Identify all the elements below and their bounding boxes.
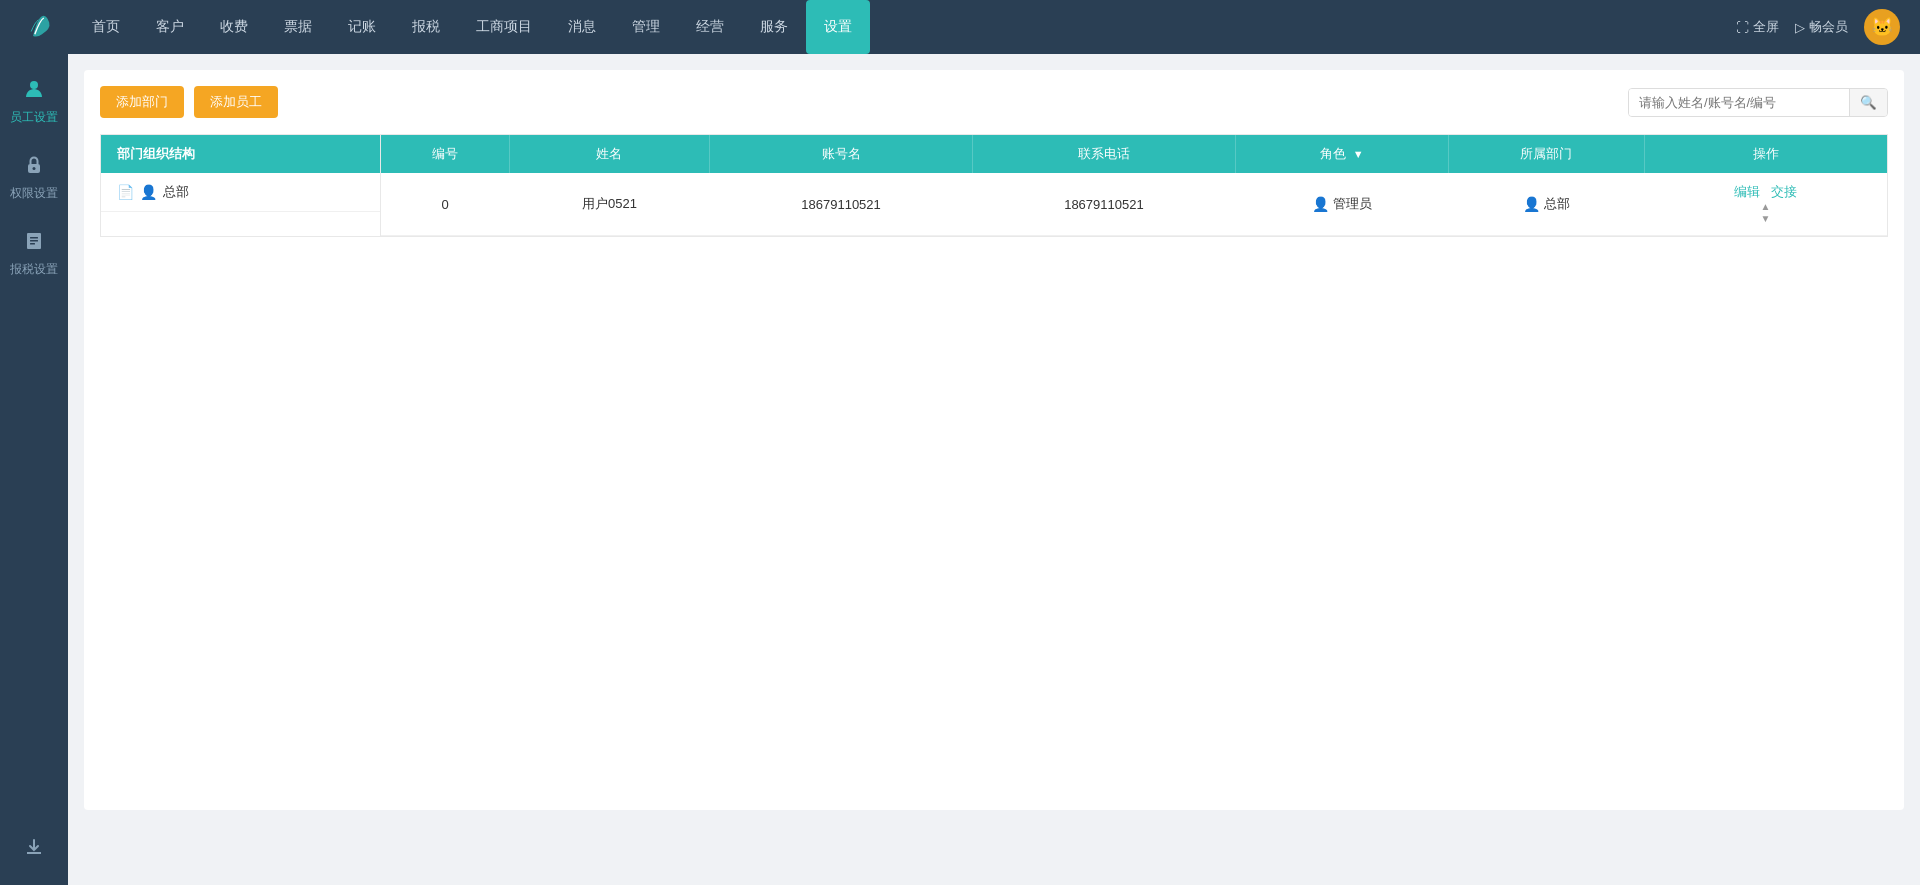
table: 编号 姓名 账号名 联系电话 角色 ▼ 所属部门 操作 (381, 135, 1887, 236)
sidebar-item-download[interactable] (19, 822, 49, 875)
table-row: 0 用户0521 18679110521 18679110521 👤 管理员 (381, 173, 1887, 236)
handover-link[interactable]: 交接 (1771, 184, 1797, 199)
col-account: 账号名 (710, 135, 973, 173)
col-department: 所属部门 (1449, 135, 1645, 173)
fullscreen-btn[interactable]: ⛶ 全屏 (1736, 18, 1779, 36)
svg-rect-4 (30, 237, 38, 239)
top-navigation: 首页 客户 收费 票据 记账 报税 工商项目 消息 管理 经营 服务 设置 ⛶ … (0, 0, 1920, 54)
sidebar-item-taxsettings[interactable]: 报税设置 (0, 216, 68, 292)
sidebar: 员工设置 权限设置 报税设置 (0, 54, 68, 885)
col-name: 姓名 (509, 135, 709, 173)
employee-table: 编号 姓名 账号名 联系电话 角色 ▼ 所属部门 操作 (381, 135, 1887, 236)
logo[interactable] (10, 0, 74, 54)
nav-tax[interactable]: 报税 (394, 0, 458, 54)
svg-point-0 (30, 81, 38, 89)
col-phone: 联系电话 (972, 135, 1235, 173)
nav-service[interactable]: 服务 (742, 0, 806, 54)
dept-tree: 部门组织结构 📄 👤 总部 (101, 135, 381, 236)
col-id: 编号 (381, 135, 509, 173)
fullscreen-label: 全屏 (1753, 18, 1779, 36)
nav-right: ⛶ 全屏 ▷ 畅会员 🐱 (1736, 9, 1900, 45)
cell-account: 18679110521 (710, 173, 973, 236)
toolbar: 添加部门 添加员工 🔍 (100, 86, 1888, 118)
role-filter-icon[interactable]: ▼ (1353, 148, 1364, 160)
two-col-layout: 部门组织结构 📄 👤 总部 编号 姓名 账号名 (100, 134, 1888, 237)
dept-tree-item[interactable]: 📄 👤 总部 (101, 173, 380, 212)
col-role[interactable]: 角色 ▼ (1235, 135, 1448, 173)
col-actions: 操作 (1644, 135, 1887, 173)
cell-id: 0 (381, 173, 509, 236)
sidebar-bottom (19, 822, 49, 885)
content-card: 添加部门 添加员工 🔍 部门组织结构 📄 👤 总部 (84, 70, 1904, 810)
nav-home[interactable]: 首页 (74, 0, 138, 54)
dept-user-icon: 👤 (140, 184, 157, 200)
add-dept-button[interactable]: 添加部门 (100, 86, 184, 118)
sidebar-item-permission-label: 权限设置 (10, 185, 58, 202)
scroll-arrows: ▲ ▼ (1656, 201, 1875, 225)
svg-rect-6 (30, 243, 35, 245)
nav-items: 首页 客户 收费 票据 记账 报税 工商项目 消息 管理 经营 服务 设置 (74, 0, 1736, 54)
report-icon (23, 230, 45, 255)
main-content: 添加部门 添加员工 🔍 部门组织结构 📄 👤 总部 (68, 54, 1920, 885)
search-input[interactable] (1629, 89, 1849, 116)
layout: 员工设置 权限设置 报税设置 (0, 54, 1920, 885)
nav-settings[interactable]: 设置 (806, 0, 870, 54)
sidebar-item-employee-label: 员工设置 (10, 109, 58, 126)
person-icon (23, 78, 45, 103)
sidebar-item-employee[interactable]: 员工设置 (0, 64, 68, 140)
cell-phone: 18679110521 (972, 173, 1235, 236)
search-button[interactable]: 🔍 (1849, 89, 1887, 116)
nav-operation[interactable]: 经营 (678, 0, 742, 54)
table-header-row: 编号 姓名 账号名 联系电话 角色 ▼ 所属部门 操作 (381, 135, 1887, 173)
nav-fee[interactable]: 收费 (202, 0, 266, 54)
vip-label: 畅会员 (1809, 18, 1848, 36)
cell-actions: 编辑 交接 ▲ ▼ (1644, 173, 1887, 236)
dept-tree-item-label: 总部 (163, 183, 189, 201)
search-icon: 🔍 (1860, 95, 1877, 110)
scroll-down-icon[interactable]: ▼ (1761, 213, 1771, 225)
cell-department: 👤 总部 (1449, 173, 1645, 236)
nav-message[interactable]: 消息 (550, 0, 614, 54)
svg-rect-5 (30, 240, 38, 242)
svg-point-2 (33, 167, 36, 170)
search-box: 🔍 (1628, 88, 1888, 117)
nav-customer[interactable]: 客户 (138, 0, 202, 54)
cell-name: 用户0521 (509, 173, 709, 236)
fullscreen-icon: ⛶ (1736, 20, 1749, 35)
role-user-icon: 👤 (1312, 196, 1329, 212)
nav-manage[interactable]: 管理 (614, 0, 678, 54)
sidebar-item-permission[interactable]: 权限设置 (0, 140, 68, 216)
sidebar-item-taxsettings-label: 报税设置 (10, 261, 58, 278)
nav-invoice[interactable]: 票据 (266, 0, 330, 54)
dept-tree-header: 部门组织结构 (101, 135, 380, 173)
download-icon (23, 836, 45, 861)
file-icon: 📄 (117, 184, 134, 200)
vip-icon: ▷ (1795, 20, 1805, 35)
cell-role: 👤 管理员 (1235, 173, 1448, 236)
edit-link[interactable]: 编辑 (1734, 184, 1760, 199)
scroll-up-icon[interactable]: ▲ (1761, 201, 1771, 213)
dept-user-icon-cell: 👤 (1523, 196, 1540, 212)
vip-btn[interactable]: ▷ 畅会员 (1795, 18, 1848, 36)
avatar[interactable]: 🐱 (1864, 9, 1900, 45)
lock-icon (23, 154, 45, 179)
add-employee-button[interactable]: 添加员工 (194, 86, 278, 118)
nav-accounting[interactable]: 记账 (330, 0, 394, 54)
nav-business[interactable]: 工商项目 (458, 0, 550, 54)
